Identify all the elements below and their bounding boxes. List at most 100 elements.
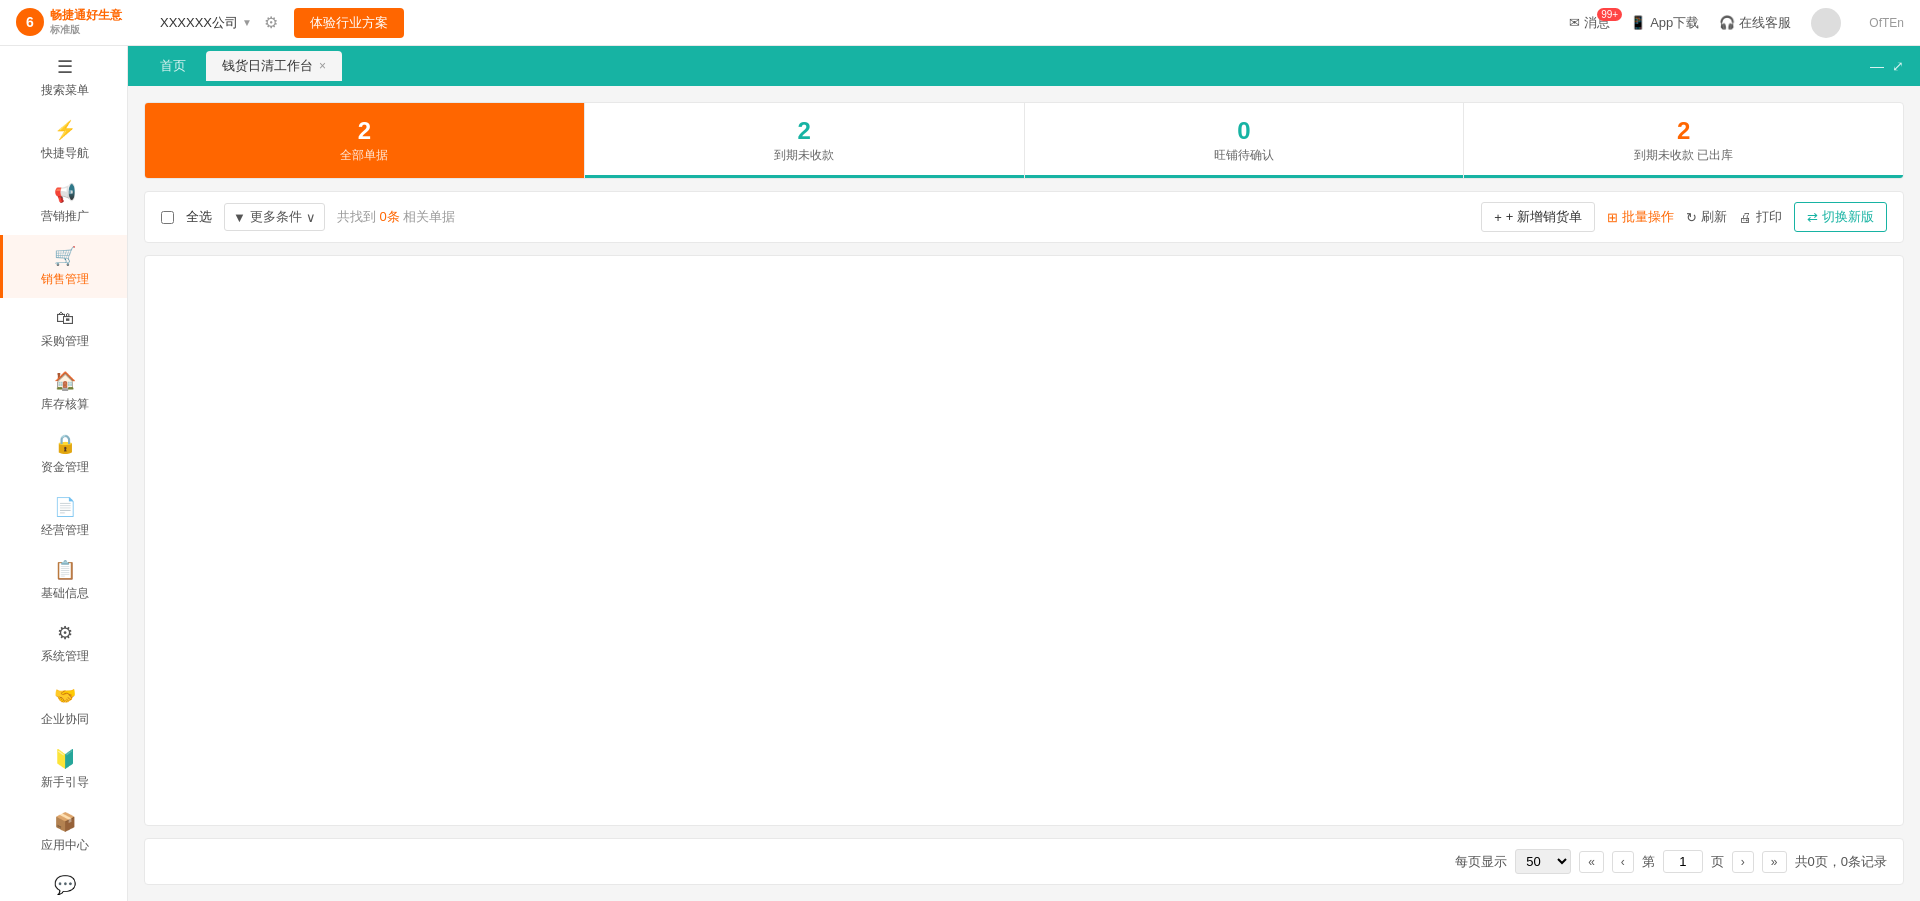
logo-text: 畅捷通好生意 — [50, 8, 122, 22]
tab-home[interactable]: 首页 — [144, 51, 202, 81]
batch-op-btn[interactable]: ⊞ 批量操作 — [1607, 208, 1674, 226]
sidebar-item-label: 资金管理 — [41, 459, 89, 476]
found-suffix: 相关单据 — [403, 209, 455, 224]
enterprise-coop-icon: 🤝 — [54, 685, 76, 707]
first-page-btn[interactable]: « — [1579, 851, 1604, 873]
sidebar-item-inventory-calc[interactable]: 🏠 库存核算 — [0, 360, 127, 423]
page-area: 2 全部单据 2 到期未收款 0 旺铺待确认 2 到期未收款 已出库 — [128, 86, 1920, 901]
minimize-icon[interactable]: — — [1870, 58, 1884, 74]
page-input[interactable] — [1663, 850, 1703, 873]
per-page-label: 每页显示 — [1455, 853, 1507, 871]
stats-row: 2 全部单据 2 到期未收款 0 旺铺待确认 2 到期未收款 已出库 — [144, 102, 1904, 179]
new-guide-icon: 🔰 — [54, 748, 76, 770]
new-sale-btn[interactable]: + + 新增销货单 — [1481, 202, 1595, 232]
per-page-select[interactable]: 50 100 200 — [1515, 849, 1571, 874]
sidebar: ☰ 搜索菜单 ⚡ 快捷导航 📢 营销推广 🛒 销售管理 🛍 采购管理 🏠 库存核… — [0, 46, 128, 901]
new-sale-label: + 新增销货单 — [1506, 208, 1582, 226]
stat-num-all: 2 — [165, 117, 564, 145]
switch-new-version-btn[interactable]: ⇄ 切换新版 — [1794, 202, 1887, 232]
stat-card-overdue-unshipped[interactable]: 2 到期未收款 已出库 — [1464, 103, 1903, 178]
search-menu-icon: ☰ — [57, 56, 73, 78]
close-icon[interactable]: × — [319, 59, 326, 73]
logo-sub: 标准版 — [50, 23, 122, 37]
sidebar-item-label: 基础信息 — [41, 585, 89, 602]
message-icon: ✉ — [1569, 15, 1580, 30]
system-mgmt-icon: ⚙ — [57, 622, 73, 644]
headset-icon: 🎧 — [1719, 15, 1735, 30]
sidebar-item-label: 快捷导航 — [41, 145, 89, 162]
found-prefix: 共找到 — [337, 209, 376, 224]
maximize-icon[interactable]: ⤢ — [1892, 58, 1904, 74]
operations-mgmt-icon: 📄 — [54, 496, 76, 518]
sidebar-item-label: 系统管理 — [41, 648, 89, 665]
filter-btn[interactable]: ▼ 更多条件 ∨ — [224, 203, 325, 231]
sidebar-item-marketing[interactable]: 📢 营销推广 — [0, 172, 127, 235]
sidebar-item-label: 库存核算 — [41, 396, 89, 413]
sidebar-item-sales-mgmt[interactable]: 🛒 销售管理 — [0, 235, 127, 298]
page-suffix: 页 — [1711, 853, 1724, 871]
stat-card-all[interactable]: 2 全部单据 — [145, 103, 585, 178]
message-item[interactable]: ✉ 消息 99+ — [1569, 14, 1610, 32]
marketing-icon: 📢 — [54, 182, 76, 204]
toolbar-right: + + 新增销货单 ⊞ 批量操作 ↻ 刷新 🖨 打印 — [1481, 202, 1887, 232]
page-prefix: 第 — [1642, 853, 1655, 871]
stat-label-wangpu-pending: 旺铺待确认 — [1045, 147, 1444, 164]
found-text: 共找到 0条 相关单据 — [337, 208, 455, 226]
filter-icon: ▼ — [233, 210, 246, 225]
quick-nav-icon: ⚡ — [54, 119, 76, 141]
last-page-btn[interactable]: » — [1762, 851, 1787, 873]
tab-controls: — ⤢ — [1870, 58, 1904, 74]
sidebar-item-operations-mgmt[interactable]: 📄 经营管理 — [0, 486, 127, 549]
found-count: 0条 — [380, 209, 400, 224]
fund-mgmt-icon: 🔒 — [54, 433, 76, 455]
tab-bar: 首页 钱货日清工作台 × — ⤢ — [128, 46, 1920, 86]
sidebar-item-app-center[interactable]: 📦 应用中心 — [0, 801, 127, 864]
stat-label-overdue-unshipped: 到期未收款 已出库 — [1484, 147, 1883, 164]
sidebar-item-label: 经营管理 — [41, 522, 89, 539]
avatar[interactable] — [1811, 8, 1841, 38]
logo-area: 6 畅捷通好生意 标准版 — [16, 8, 144, 36]
refresh-btn[interactable]: ↻ 刷新 — [1686, 208, 1727, 226]
stat-num-wangpu-pending: 0 — [1045, 117, 1444, 145]
app-center-icon: 📦 — [54, 811, 76, 833]
stat-card-wangpu-pending[interactable]: 0 旺铺待确认 — [1025, 103, 1465, 178]
sidebar-item-enterprise-coop[interactable]: 🤝 企业协同 — [0, 675, 127, 738]
prev-page-btn[interactable]: ‹ — [1612, 851, 1634, 873]
refresh-icon: ↻ — [1686, 210, 1697, 225]
sidebar-item-system-mgmt[interactable]: ⚙ 系统管理 — [0, 612, 127, 675]
logo-icon: 6 — [16, 8, 44, 36]
experience-btn[interactable]: 体验行业方案 — [294, 8, 404, 38]
online-service-item[interactable]: 🎧 在线客服 — [1719, 14, 1791, 32]
stat-card-overdue-unpaid[interactable]: 2 到期未收款 — [585, 103, 1025, 178]
next-page-btn[interactable]: › — [1732, 851, 1754, 873]
sidebar-item-fund-mgmt[interactable]: 🔒 资金管理 — [0, 423, 127, 486]
sidebar-item-purchase-mgmt[interactable]: 🛍 采购管理 — [0, 298, 127, 360]
select-all-checkbox[interactable] — [161, 211, 174, 224]
sidebar-item-label: 搜索菜单 — [41, 82, 89, 99]
plus-icon: + — [1494, 210, 1502, 225]
refresh-label: 刷新 — [1701, 208, 1727, 226]
toolbar: 全选 ▼ 更多条件 ∨ 共找到 0条 相关单据 + + 新增销货单 — [144, 191, 1904, 243]
app-download-icon: 📱 — [1630, 15, 1646, 30]
sidebar-item-label: 营销推广 — [41, 208, 89, 225]
print-label: 打印 — [1756, 208, 1782, 226]
sidebar-item-new-guide[interactable]: 🔰 新手引导 — [0, 738, 127, 801]
sidebar-item-enterprise-wechat[interactable]: 💬 企业微信 — [0, 864, 127, 901]
sidebar-item-label: 销售管理 — [41, 271, 89, 288]
stat-label-overdue-unpaid: 到期未收款 — [605, 147, 1004, 164]
gear-icon[interactable]: ⚙ — [264, 13, 278, 32]
filter-arrow-icon: ∨ — [306, 210, 316, 225]
top-right: ✉ 消息 99+ 📱 App下载 🎧 在线客服 OfTEn — [1569, 8, 1904, 38]
tab-workbench[interactable]: 钱货日清工作台 × — [206, 51, 342, 81]
app-download-item[interactable]: 📱 App下载 — [1630, 14, 1699, 32]
print-btn[interactable]: 🖨 打印 — [1739, 208, 1782, 226]
app-download-label: App下载 — [1650, 14, 1699, 32]
sidebar-item-basic-info[interactable]: 📋 基础信息 — [0, 549, 127, 612]
sidebar-item-quick-nav[interactable]: ⚡ 快捷导航 — [0, 109, 127, 172]
filter-label: 更多条件 — [250, 208, 302, 226]
stat-num-overdue-unpaid: 2 — [605, 117, 1004, 145]
sidebar-item-label: 新手引导 — [41, 774, 89, 791]
sidebar-item-search-menu[interactable]: ☰ 搜索菜单 — [0, 46, 127, 109]
company-selector[interactable]: XXXXXX公司 ▼ — [160, 14, 252, 32]
tab-workbench-label: 钱货日清工作台 — [222, 57, 313, 75]
